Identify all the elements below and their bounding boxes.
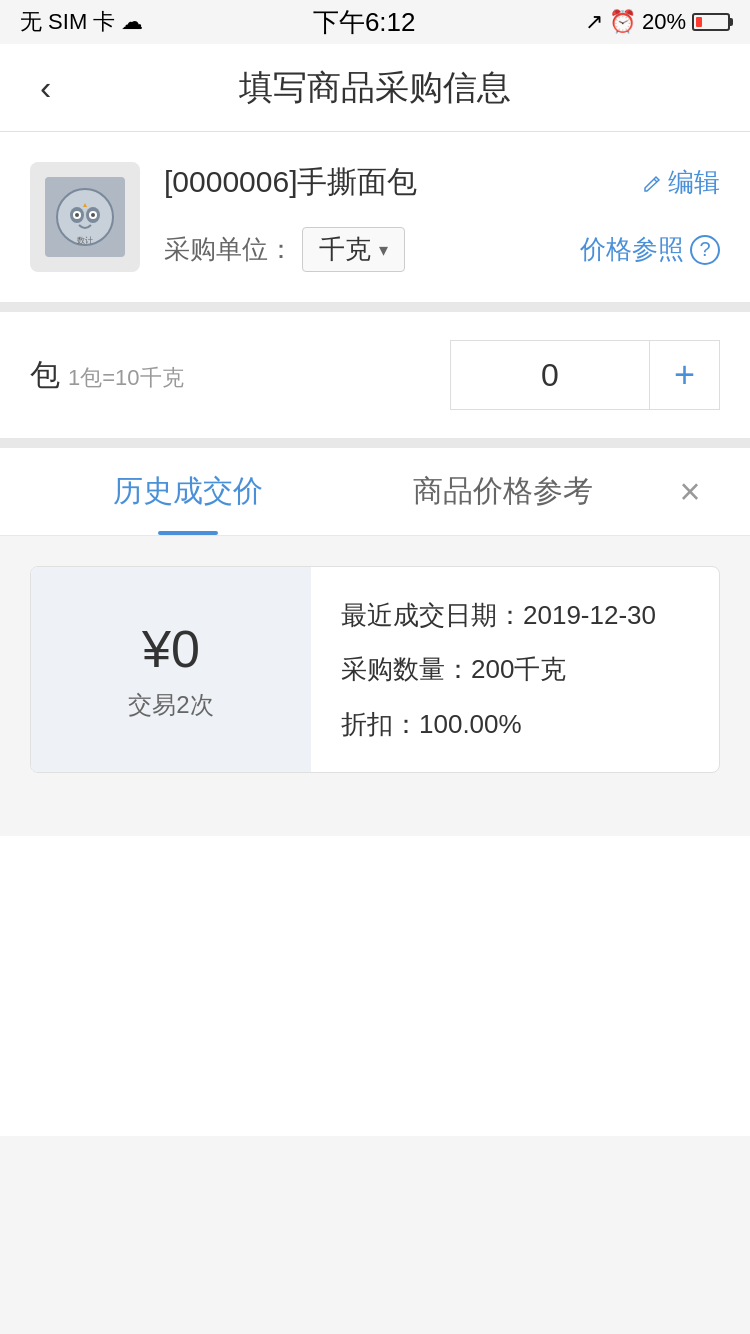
quantity-detail-label: 采购数量： [341,654,471,684]
history-date-row: 最近成交日期：2019-12-30 [341,597,689,633]
status-time: 下午6:12 [313,5,416,40]
discount-value: 100.00% [419,709,522,739]
recent-date-value: 2019-12-30 [523,600,656,630]
tab-price-ref-label: 商品价格参考 [413,471,593,512]
unit-label: 采购单位： [164,232,294,267]
section-divider-1 [0,302,750,312]
bottom-space [0,836,750,1136]
history-quantity-row: 采购数量：200千克 [341,651,689,687]
history-discount-row: 折扣：100.00% [341,706,689,742]
quantity-plus-button[interactable]: + [650,340,720,410]
nav-bar: ‹ 填写商品采购信息 [0,44,750,132]
sim-label: 无 SIM 卡 ☁ [20,7,143,37]
location-icon: ↗ [585,9,603,35]
status-right: ↗ ⏰ 20% [585,9,730,35]
battery-indicator [692,13,730,31]
quantity-input[interactable] [450,340,650,410]
product-thumbnail: 数计 [45,177,125,257]
back-button[interactable]: ‹ [30,58,61,117]
price-ref-button[interactable]: 价格参照 ? [580,232,720,267]
product-card: 数计 [0000006]手撕面包 编辑 采购单位： 千克 ▾ [0,132,750,302]
history-price: ¥0 [142,619,200,679]
panel-divider [0,438,750,448]
product-details: [0000006]手撕面包 编辑 采购单位： 千克 ▾ 价格参照 ? [164,162,720,272]
svg-point-6 [91,213,95,217]
chevron-down-icon: ▾ [379,239,388,261]
tab-history-label: 历史成交价 [113,471,263,512]
edit-label: 编辑 [668,165,720,200]
quantity-input-group: + [450,340,720,410]
product-name: [0000006]手撕面包 [164,162,417,203]
svg-text:数计: 数计 [77,236,93,245]
help-icon: ? [690,235,720,265]
quantity-row: 包 1包=10千克 + [0,312,750,438]
discount-label: 折扣： [341,709,419,739]
status-bar: 无 SIM 卡 ☁ 下午6:12 ↗ ⏰ 20% [0,0,750,44]
recent-date-label: 最近成交日期： [341,600,523,630]
svg-point-5 [75,213,79,217]
history-details-section: 最近成交日期：2019-12-30 采购数量：200千克 折扣：100.00% [311,567,719,772]
tab-history[interactable]: 历史成交价 [30,448,345,535]
quantity-conversion: 1包=10千克 [68,363,184,393]
page-title: 填写商品采购信息 [239,65,511,111]
history-trades: 交易2次 [128,689,213,721]
panel-content: ¥0 交易2次 最近成交日期：2019-12-30 采购数量：200千克 折扣：… [0,536,750,836]
product-name-row: [0000006]手撕面包 编辑 [164,162,720,203]
product-image: 数计 [30,162,140,272]
price-ref-label: 价格参照 [580,232,684,267]
unit-value: 千克 [319,232,371,267]
product-unit-row: 采购单位： 千克 ▾ 价格参照 ? [164,227,720,272]
unit-section: 采购单位： 千克 ▾ [164,227,405,272]
tab-price-ref[interactable]: 商品价格参考 [345,448,660,535]
edit-button[interactable]: 编辑 [642,165,720,200]
status-left: 无 SIM 卡 ☁ [20,7,143,37]
history-price-section: ¥0 交易2次 [31,567,311,772]
quantity-detail-value: 200千克 [471,654,566,684]
unit-selector[interactable]: 千克 ▾ [302,227,405,272]
panel-close-button[interactable]: × [660,462,720,522]
tab-history-underline [158,531,218,535]
quantity-label: 包 1包=10千克 [30,355,184,396]
battery-percentage: 20% [642,9,686,35]
quantity-unit: 包 [30,355,60,396]
history-card: ¥0 交易2次 最近成交日期：2019-12-30 采购数量：200千克 折扣：… [30,566,720,773]
alarm-icon: ⏰ [609,9,636,35]
tab-bar: 历史成交价 商品价格参考 × [0,448,750,536]
